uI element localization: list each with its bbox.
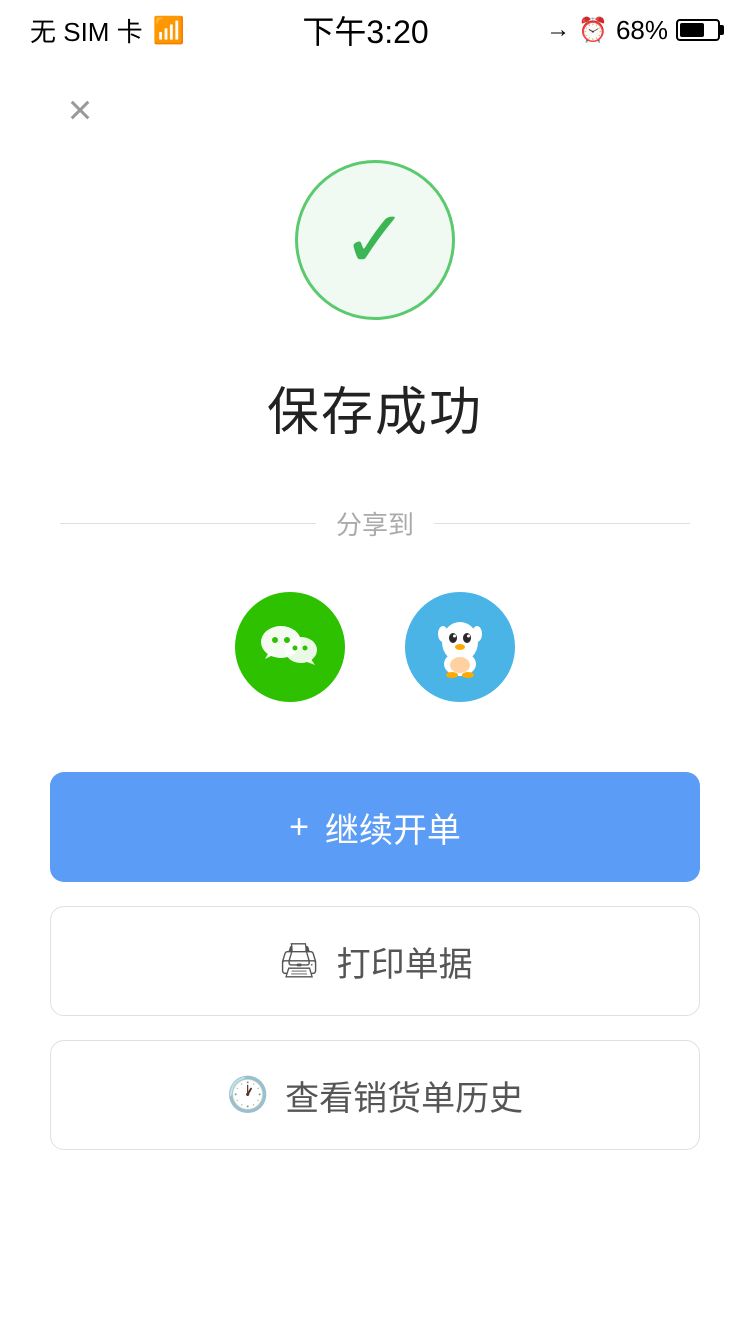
divider-line-left	[60, 523, 316, 524]
status-left: 无 SIM 卡 📶	[30, 12, 185, 49]
qq-icon	[427, 614, 493, 680]
carrier-text: 无 SIM 卡	[30, 12, 143, 49]
wechat-share-button[interactable]	[235, 592, 345, 702]
wechat-icon	[255, 612, 325, 682]
share-icons	[235, 592, 515, 702]
print-icon: 🖨	[277, 941, 320, 981]
divider-line-right	[434, 523, 690, 524]
action-buttons: + 继续开单 🖨 打印单据 🕐 查看销货单历史	[0, 772, 750, 1150]
qq-share-button[interactable]	[405, 592, 515, 702]
history-button[interactable]: 🕐 查看销货单历史	[50, 1040, 700, 1150]
history-label: 查看销货单历史	[285, 1071, 523, 1120]
print-button[interactable]: 🖨 打印单据	[50, 906, 700, 1016]
share-label: 分享到	[316, 505, 434, 542]
status-time: 下午3:20	[302, 7, 428, 53]
battery-icon	[676, 19, 720, 41]
continue-label: 继续开单	[325, 803, 461, 852]
status-right: → ⏰ 68%	[546, 15, 720, 46]
share-divider: 分享到	[0, 505, 750, 542]
wifi-icon: 📶	[153, 15, 185, 46]
status-bar: 无 SIM 卡 📶 下午3:20 → ⏰ 68%	[0, 0, 750, 60]
plus-icon: +	[289, 808, 309, 847]
close-button[interactable]: ×	[50, 80, 110, 140]
print-label: 打印单据	[337, 937, 473, 986]
battery-percent: 68%	[616, 15, 668, 46]
success-title: 保存成功	[267, 370, 483, 445]
close-icon: ×	[68, 89, 93, 131]
continue-button[interactable]: + 继续开单	[50, 772, 700, 882]
clock-icon: 🕐	[227, 1075, 269, 1115]
location-icon: →	[546, 16, 570, 44]
checkmark-icon: ✓	[341, 200, 408, 280]
main-content: ✓ 保存成功 分享到	[0, 60, 750, 1150]
alarm-icon: ⏰	[578, 16, 608, 45]
success-circle: ✓	[295, 160, 455, 320]
